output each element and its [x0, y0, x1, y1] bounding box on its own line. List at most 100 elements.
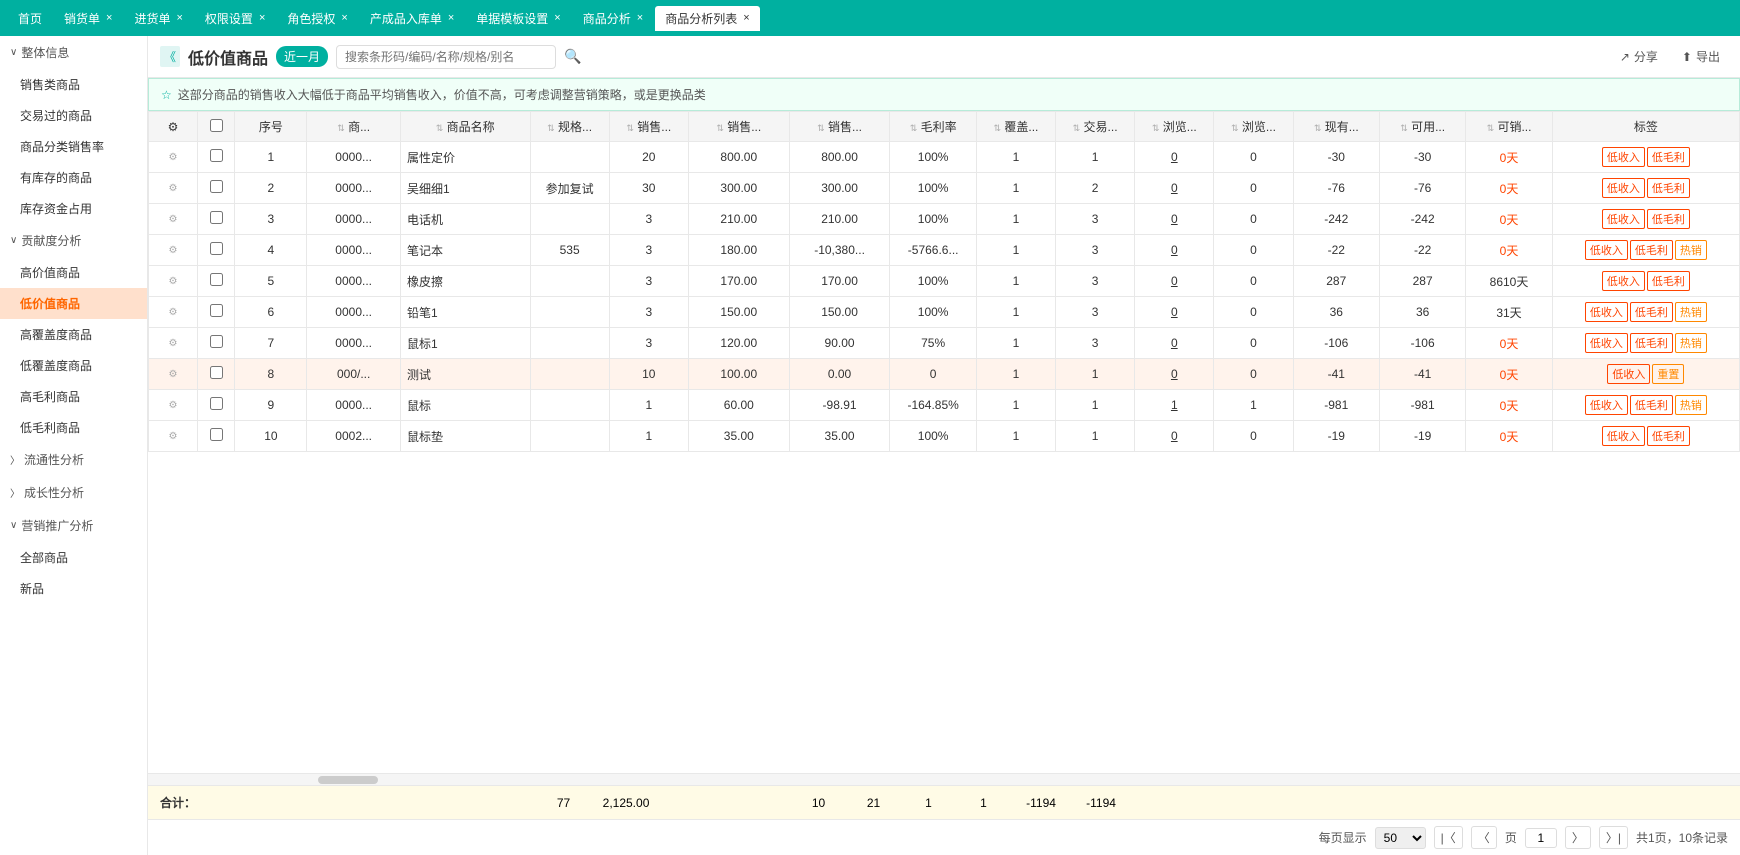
- cell-browse1[interactable]: 0: [1135, 173, 1214, 204]
- scroll-thumb[interactable]: [318, 776, 378, 784]
- cell-checkbox[interactable]: [197, 204, 234, 235]
- nav-home[interactable]: 首页: [8, 6, 52, 31]
- browse-link[interactable]: 0: [1171, 305, 1178, 319]
- cell-name[interactable]: 铅笔1: [400, 297, 530, 328]
- sidebar-item-high-margin[interactable]: 高毛利商品: [0, 381, 147, 412]
- browse-link[interactable]: 0: [1171, 243, 1178, 257]
- page-input[interactable]: 1: [1525, 828, 1557, 848]
- sidebar-section-growth[interactable]: 〉 成长性分析: [0, 476, 147, 509]
- cell-browse1[interactable]: 0: [1135, 142, 1214, 173]
- sidebar-item-low-coverage[interactable]: 低覆盖度商品: [0, 350, 147, 381]
- cell-browse1[interactable]: 1: [1135, 390, 1214, 421]
- nav-role-auth[interactable]: 角色授权 ×: [277, 6, 357, 31]
- browse-link[interactable]: 0: [1171, 212, 1178, 226]
- cell-browse1[interactable]: 0: [1135, 328, 1214, 359]
- col-checkbox[interactable]: [197, 112, 234, 142]
- sidebar-collapse-button[interactable]: 《: [160, 46, 180, 67]
- close-icon[interactable]: ×: [448, 12, 454, 24]
- cell-browse1[interactable]: 0: [1135, 421, 1214, 452]
- select-all-checkbox[interactable]: [210, 119, 223, 132]
- sidebar-item-sales-products[interactable]: 销售类商品: [0, 69, 147, 100]
- cell-checkbox[interactable]: [197, 173, 234, 204]
- sidebar-item-stock-products[interactable]: 有库存的商品: [0, 162, 147, 193]
- sidebar-section-liquidity[interactable]: 〉 流通性分析: [0, 443, 147, 476]
- cell-name[interactable]: 鼠标垫: [400, 421, 530, 452]
- col-sales-qty[interactable]: ⇅ 销售...: [609, 112, 688, 142]
- col-spec[interactable]: ⇅ 规格...: [530, 112, 609, 142]
- sidebar-item-high-coverage[interactable]: 高覆盖度商品: [0, 319, 147, 350]
- row-checkbox[interactable]: [210, 428, 223, 441]
- browse-link[interactable]: 1: [1171, 398, 1178, 412]
- search-input[interactable]: [336, 45, 556, 69]
- cell-name[interactable]: 鼠标1: [400, 328, 530, 359]
- nav-sales-order[interactable]: 销货单 ×: [54, 6, 122, 31]
- col-avail[interactable]: ⇅ 可用...: [1379, 112, 1465, 142]
- close-icon[interactable]: ×: [743, 12, 749, 24]
- page-size-select[interactable]: 50 100 200: [1375, 827, 1426, 849]
- col-sellable[interactable]: ⇅ 可销...: [1466, 112, 1552, 142]
- cell-checkbox[interactable]: [197, 359, 234, 390]
- close-icon[interactable]: ×: [341, 12, 347, 24]
- nav-purchase-order[interactable]: 进货单 ×: [124, 6, 192, 31]
- prev-page-button[interactable]: 〈: [1471, 826, 1497, 849]
- col-sales-amount2[interactable]: ⇅ 销售...: [789, 112, 890, 142]
- sidebar-item-category-rate[interactable]: 商品分类销售率: [0, 131, 147, 162]
- table-wrapper[interactable]: ⚙ 序号 ⇅ 商... ⇅ 商品名称 ⇅ 规格... ⇅ 销售... ⇅ 销售.…: [148, 111, 1740, 773]
- share-button[interactable]: ↗ 分享: [1612, 44, 1666, 69]
- cell-browse1[interactable]: 0: [1135, 359, 1214, 390]
- col-stock[interactable]: ⇅ 现有...: [1293, 112, 1379, 142]
- cell-browse1[interactable]: 0: [1135, 235, 1214, 266]
- close-icon[interactable]: ×: [259, 12, 265, 24]
- row-checkbox[interactable]: [210, 304, 223, 317]
- close-icon[interactable]: ×: [106, 12, 112, 24]
- cell-checkbox[interactable]: [197, 266, 234, 297]
- col-code[interactable]: ⇅ 商...: [307, 112, 401, 142]
- search-icon[interactable]: 🔍: [564, 48, 581, 65]
- col-name[interactable]: ⇅ 商品名称: [400, 112, 530, 142]
- cell-checkbox[interactable]: [197, 142, 234, 173]
- browse-link[interactable]: 0: [1171, 274, 1178, 288]
- last-page-button[interactable]: 〉|: [1599, 826, 1628, 849]
- sidebar-item-high-value[interactable]: 高价值商品: [0, 257, 147, 288]
- row-checkbox[interactable]: [210, 149, 223, 162]
- row-checkbox[interactable]: [210, 397, 223, 410]
- sidebar-section-marketing[interactable]: ∨ 营销推广分析: [0, 509, 147, 542]
- nav-product-analysis-list[interactable]: 商品分析列表 ×: [655, 6, 759, 31]
- col-browse2[interactable]: ⇅ 浏览...: [1214, 112, 1293, 142]
- close-icon[interactable]: ×: [554, 12, 560, 24]
- browse-link[interactable]: 0: [1171, 150, 1178, 164]
- time-filter-badge[interactable]: 近一月: [276, 46, 328, 67]
- browse-link[interactable]: 0: [1171, 367, 1178, 381]
- cell-checkbox[interactable]: [197, 421, 234, 452]
- nav-product-analysis[interactable]: 商品分析 ×: [573, 6, 653, 31]
- col-coverage[interactable]: ⇅ 覆盖...: [976, 112, 1055, 142]
- col-browse1[interactable]: ⇅ 浏览...: [1135, 112, 1214, 142]
- cell-name[interactable]: 橡皮擦: [400, 266, 530, 297]
- cell-checkbox[interactable]: [197, 328, 234, 359]
- cell-name[interactable]: 电话机: [400, 204, 530, 235]
- row-checkbox[interactable]: [210, 180, 223, 193]
- browse-link[interactable]: 0: [1171, 429, 1178, 443]
- col-gross-margin[interactable]: ⇅ 毛利率: [890, 112, 976, 142]
- sidebar-section-general[interactable]: ∨ 整体信息: [0, 36, 147, 69]
- cell-browse1[interactable]: 0: [1135, 266, 1214, 297]
- nav-template[interactable]: 单据模板设置 ×: [466, 6, 570, 31]
- sidebar-item-low-value[interactable]: 低价值商品: [0, 288, 147, 319]
- browse-link[interactable]: 0: [1171, 181, 1178, 195]
- sidebar-item-stock-fund[interactable]: 库存资金占用: [0, 193, 147, 224]
- sidebar-item-all-products[interactable]: 全部商品: [0, 542, 147, 573]
- col-sales-amount1[interactable]: ⇅ 销售...: [688, 112, 789, 142]
- cell-name[interactable]: 测试: [400, 359, 530, 390]
- cell-name[interactable]: 鼠标: [400, 390, 530, 421]
- nav-permission[interactable]: 权限设置 ×: [195, 6, 275, 31]
- first-page-button[interactable]: |〈: [1434, 826, 1463, 849]
- close-icon[interactable]: ×: [176, 12, 182, 24]
- cell-checkbox[interactable]: [197, 235, 234, 266]
- browse-link[interactable]: 0: [1171, 336, 1178, 350]
- next-page-button[interactable]: 〉: [1565, 826, 1591, 849]
- row-checkbox[interactable]: [210, 211, 223, 224]
- col-settings[interactable]: ⚙: [149, 112, 198, 142]
- cell-browse1[interactable]: 0: [1135, 297, 1214, 328]
- row-checkbox[interactable]: [210, 273, 223, 286]
- sidebar-item-low-margin[interactable]: 低毛利商品: [0, 412, 147, 443]
